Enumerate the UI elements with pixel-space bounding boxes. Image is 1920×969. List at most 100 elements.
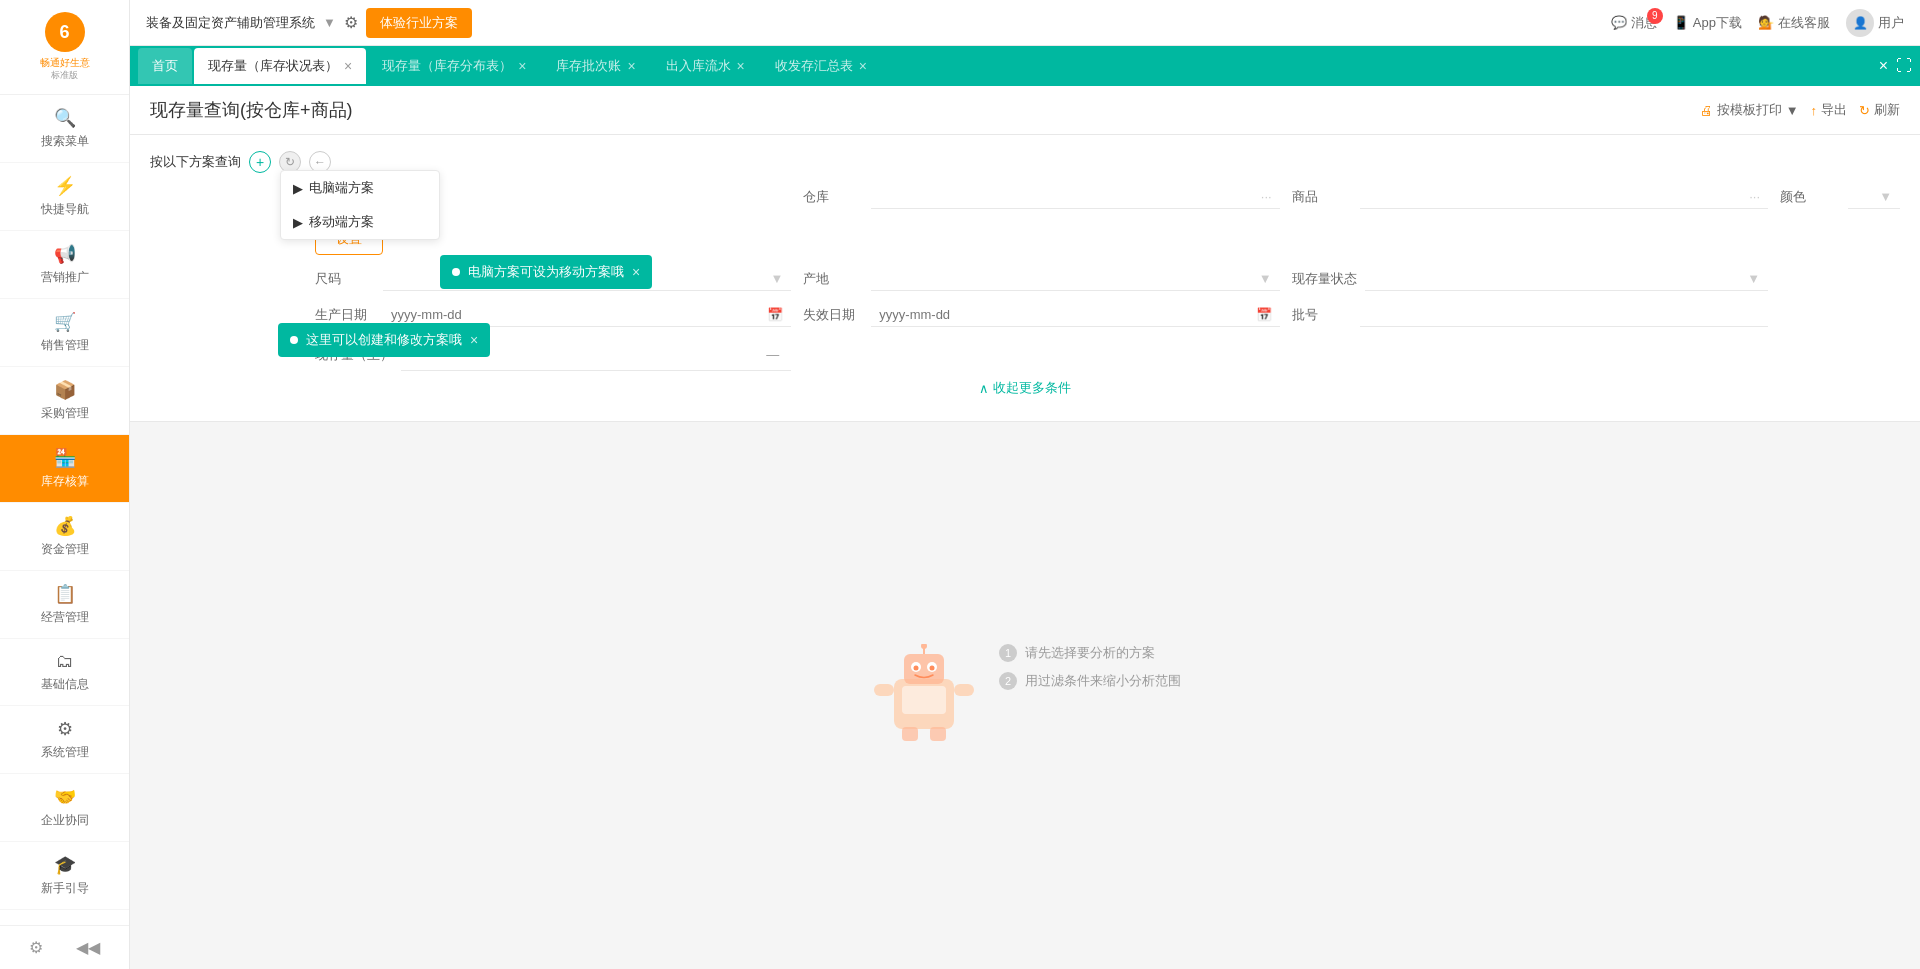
sidebar-item-sales[interactable]: 🛒 销售管理 (0, 299, 129, 367)
sidebar-item-inventory[interactable]: 🏪 库存核算 (0, 435, 129, 503)
print-dropdown[interactable]: ▼ (1786, 103, 1799, 118)
sidebar-collapse-btn[interactable]: ◀◀ (76, 938, 100, 957)
tab-inventory-status-close[interactable]: × (344, 59, 352, 73)
scheme-item-desktop[interactable]: ▶ 电脑端方案 (281, 171, 439, 205)
tab-flow[interactable]: 出入库流水 × (652, 48, 759, 84)
tab-recv-close[interactable]: × (859, 59, 867, 73)
sidebar-item-marketing[interactable]: 📢 营销推广 (0, 231, 129, 299)
app-label: App下载 (1693, 14, 1742, 32)
print-btn[interactable]: 🖨 按模板打印 ▼ (1700, 101, 1799, 119)
goods-select[interactable]: ··· (1360, 185, 1768, 209)
sidebar-nav: 🔍 搜索菜单 ⚡ 快捷导航 📢 营销推广 🛒 销售管理 📦 采购管理 🏪 (0, 95, 129, 925)
stock-status-dropdown-arrow[interactable]: ▼ (1747, 271, 1760, 286)
goods-label: 商品 (1292, 188, 1352, 206)
search-add-button[interactable]: + (249, 151, 271, 173)
size-dropdown-arrow[interactable]: ▼ (770, 271, 783, 286)
guide-icon: 🎓 (54, 854, 76, 876)
batch-input[interactable] (1360, 303, 1768, 327)
purchase-icon: 📦 (54, 379, 76, 401)
user-action[interactable]: 👤 用户 (1846, 9, 1904, 37)
scheme-arrow-mobile: ▶ (293, 215, 303, 230)
support-action[interactable]: 💁 在线客服 (1758, 14, 1830, 32)
trial-button[interactable]: 体验行业方案 (366, 8, 472, 38)
sidebar-item-corp-label: 企业协同 (41, 812, 89, 829)
stock-status-select[interactable]: ▼ (1365, 267, 1768, 291)
tab-batch[interactable]: 库存批次账 × (542, 48, 649, 84)
sidebar-item-inventory-label: 库存核算 (41, 473, 89, 490)
export-btn[interactable]: ↑ 导出 (1811, 101, 1848, 119)
tab-flow-close[interactable]: × (737, 59, 745, 73)
color-dropdown-arrow[interactable]: ▼ (1879, 189, 1892, 204)
sidebar-item-base[interactable]: 🗂 基础信息 (0, 639, 129, 706)
sidebar-item-purchase[interactable]: 📦 采购管理 (0, 367, 129, 435)
sidebar-item-system[interactable]: ⚙ 系统管理 (0, 706, 129, 774)
tip-text-2: 用过滤条件来缩小分析范围 (1025, 672, 1181, 690)
sidebar-item-finance-label: 资金管理 (41, 541, 89, 558)
collapse-chevron-up: ∧ (979, 381, 989, 396)
tab-home[interactable]: 首页 (138, 48, 192, 84)
sidebar-item-operations-label: 经营管理 (41, 609, 89, 626)
message-icon: 💬 (1611, 15, 1627, 30)
prod-date-input[interactable] (391, 307, 767, 322)
scheme-item-mobile[interactable]: ▶ 移动端方案 (281, 205, 439, 239)
scheme-arrow-desktop: ▶ (293, 181, 303, 196)
tab-fullscreen-icon[interactable]: ⛶ (1896, 57, 1912, 75)
tab-inventory-dist[interactable]: 现存量（库存分布表） × (368, 48, 540, 84)
tip-num-2: 2 (999, 672, 1017, 690)
warehouse-dots[interactable]: ··· (1261, 189, 1272, 204)
collapse-button[interactable]: ∧ 收起更多条件 (979, 379, 1071, 397)
empty-tips: 1 请先选择要分析的方案 2 用过滤条件来缩小分析范围 (999, 644, 1181, 690)
logo-icon: 6 (45, 12, 85, 52)
tab-recv[interactable]: 收发存汇总表 × (761, 48, 881, 84)
marketing-icon: 📢 (54, 243, 76, 265)
prod-date-calendar-icon[interactable]: 📅 (767, 307, 783, 322)
sidebar-item-search[interactable]: 🔍 搜索菜单 (0, 95, 129, 163)
tooltip2-close[interactable]: × (470, 332, 478, 348)
tooltip1-text: 电脑方案可设为移动方案哦 (468, 263, 624, 281)
messages-action[interactable]: 💬 消息 9 (1611, 14, 1657, 32)
tooltip1-dot (452, 268, 460, 276)
origin-dropdown-arrow[interactable]: ▼ (1259, 271, 1272, 286)
exp-date-calendar-icon[interactable]: 📅 (1256, 307, 1272, 322)
exp-date-label: 失效日期 (803, 306, 863, 324)
tip-num-1: 1 (999, 644, 1017, 662)
quick-icon: ⚡ (54, 175, 76, 197)
tab-bar: 首页 现存量（库存状况表） × 现存量（库存分布表） × 库存批次账 × 出入库… (130, 46, 1920, 86)
tab-close-all-icon[interactable]: × (1879, 57, 1888, 75)
sidebar-settings-btn[interactable]: ⚙ (29, 938, 43, 957)
tip-text-1: 请先选择要分析的方案 (1025, 644, 1155, 662)
sidebar-item-quick-label: 快捷导航 (41, 201, 89, 218)
warehouse-select[interactable]: ··· (871, 185, 1279, 209)
sidebar-item-guide[interactable]: 🎓 新手引导 (0, 842, 129, 910)
tab-batch-close[interactable]: × (627, 59, 635, 73)
refresh-label: 刷新 (1874, 101, 1900, 119)
sidebar-item-quick[interactable]: ⚡ 快捷导航 (0, 163, 129, 231)
search-label-text: 按以下方案查询 (150, 153, 241, 171)
tab-inventory-dist-close[interactable]: × (518, 59, 526, 73)
batch-label: 批号 (1292, 306, 1352, 324)
sidebar-item-guide-label: 新手引导 (41, 880, 89, 897)
header-settings-icon[interactable]: ⚙ (344, 13, 358, 32)
system-dropdown[interactable]: ▼ (323, 15, 336, 30)
svg-rect-8 (902, 727, 918, 741)
sidebar-item-operations[interactable]: 📋 经营管理 (0, 571, 129, 639)
system-name: 装备及固定资产辅助管理系统 (146, 14, 315, 32)
color-select[interactable]: ▼ (1848, 185, 1900, 209)
origin-select[interactable]: ▼ (871, 267, 1279, 291)
exp-date-input[interactable] (879, 307, 1255, 322)
range-dash: — (766, 347, 779, 362)
sidebar-item-finance[interactable]: 💰 资金管理 (0, 503, 129, 571)
tab-inventory-status[interactable]: 现存量（库存状况表） × (194, 48, 366, 84)
refresh-btn[interactable]: ↻ 刷新 (1859, 101, 1900, 119)
finance-icon: 💰 (54, 515, 76, 537)
app-download-action[interactable]: 📱 App下载 (1673, 14, 1742, 32)
export-icon: ↑ (1811, 103, 1818, 118)
search-panel: 按以下方案查询 + ↻ ← ▶ 电脑端方案 ▶ 移动端方案 电脑方案可设为移动 (130, 135, 1920, 422)
sidebar-item-corp[interactable]: 🤝 企业协同 (0, 774, 129, 842)
goods-dots[interactable]: ··· (1749, 189, 1760, 204)
tooltip1-close[interactable]: × (632, 264, 640, 280)
sidebar-item-base-label: 基础信息 (41, 676, 89, 693)
svg-rect-9 (930, 727, 946, 741)
exp-date-wrapper[interactable]: 📅 (871, 303, 1279, 327)
search-row-batch: 批号 (1292, 303, 1768, 327)
